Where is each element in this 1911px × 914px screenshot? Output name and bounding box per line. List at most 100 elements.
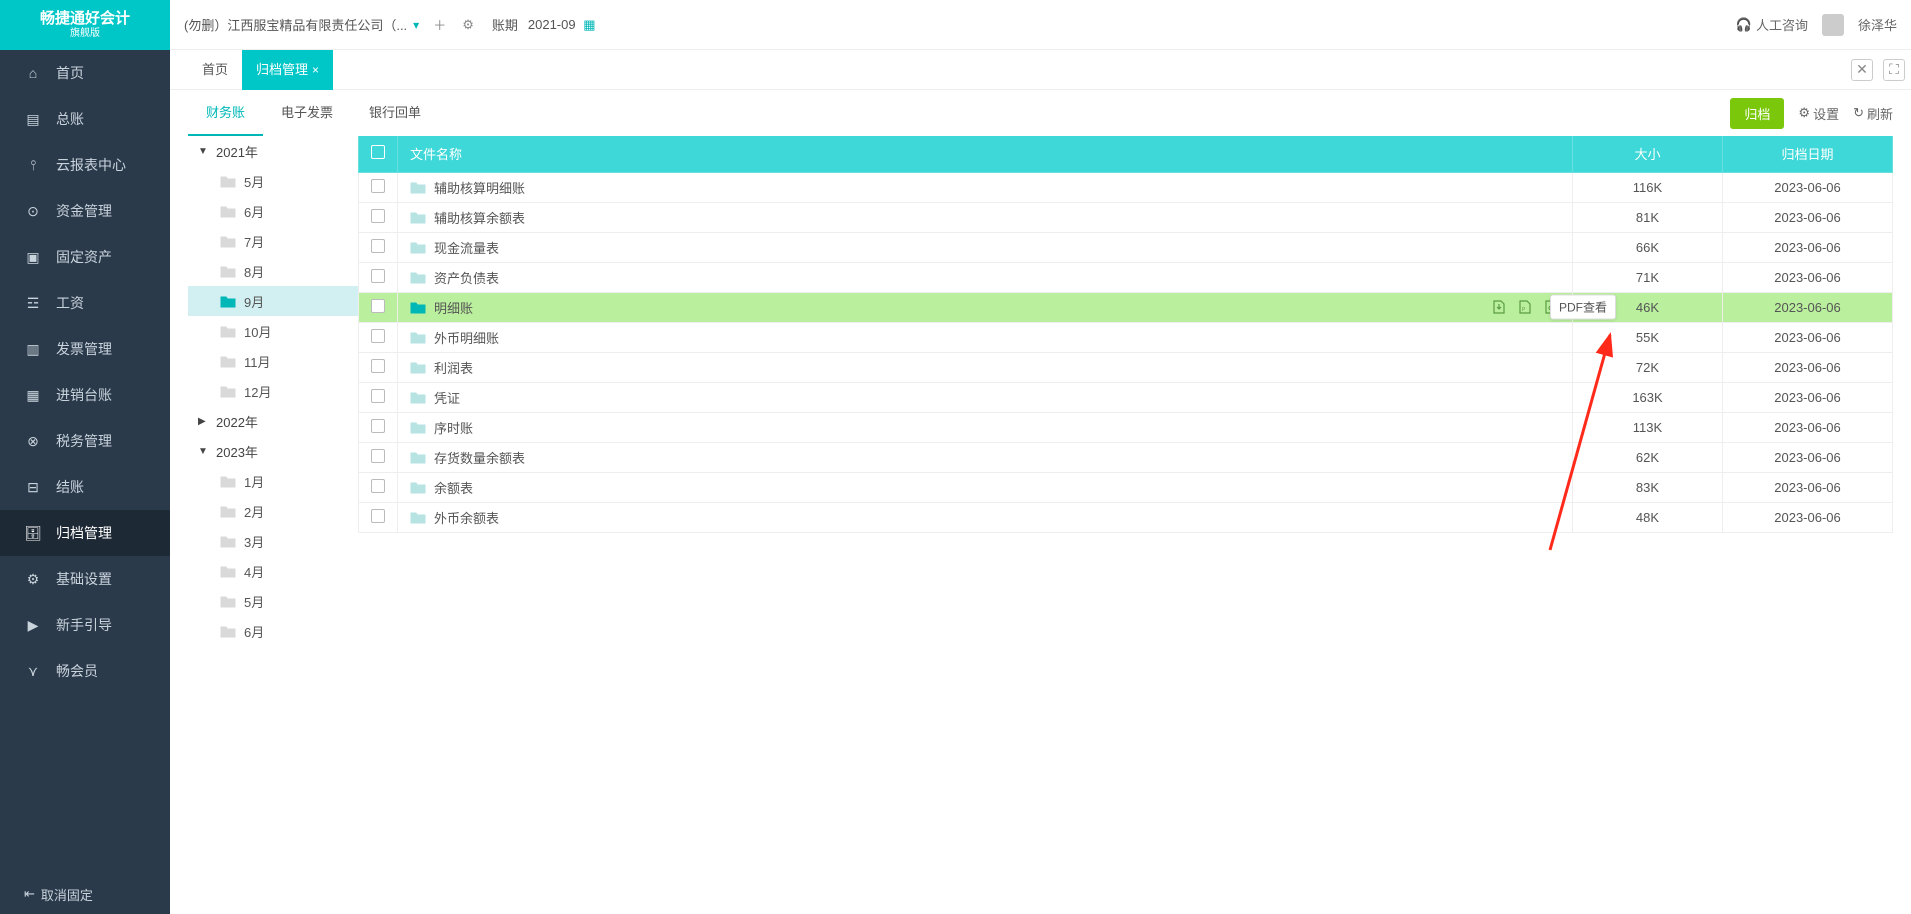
table-row[interactable]: 现金流量表66K2023-06-06: [359, 232, 1893, 262]
plus-icon[interactable]: ＋: [433, 15, 446, 34]
row-checkbox[interactable]: [371, 359, 385, 373]
nav-item-4[interactable]: ▣固定资产: [0, 234, 170, 280]
pin-toggle[interactable]: ⇤ 取消固定: [0, 874, 170, 914]
row-checkbox[interactable]: [371, 419, 385, 433]
period-selector[interactable]: 2021-09 ▦: [528, 17, 596, 33]
file-name-cell: 外币明细账: [410, 328, 1560, 347]
tab-0[interactable]: 首页: [188, 50, 242, 90]
nav-item-3[interactable]: ⊙资金管理: [0, 188, 170, 234]
svg-text:P: P: [1522, 307, 1526, 313]
table-row[interactable]: 外币明细账55K2023-06-06: [359, 322, 1893, 352]
row-checkbox[interactable]: [371, 179, 385, 193]
row-checkbox[interactable]: [371, 479, 385, 493]
tree-month-0-5[interactable]: 10月: [188, 316, 358, 346]
tree-year-1[interactable]: ▶2022年: [188, 406, 358, 436]
pin-label: 取消固定: [41, 885, 93, 904]
nav-icon: ▣: [24, 248, 42, 266]
table-row[interactable]: 序时账113K2023-06-06: [359, 412, 1893, 442]
tree-month-2-0[interactable]: 1月: [188, 466, 358, 496]
table-row[interactable]: 利润表72K2023-06-06: [359, 352, 1893, 382]
tree-month-0-7[interactable]: 12月: [188, 376, 358, 406]
refresh-link[interactable]: ↻ 刷新: [1853, 104, 1893, 123]
nav-label: 归档管理: [56, 523, 112, 543]
tree-month-2-4[interactable]: 5月: [188, 586, 358, 616]
file-name: 明细账: [434, 298, 473, 317]
row-checkbox[interactable]: [371, 299, 385, 313]
row-checkbox[interactable]: [371, 209, 385, 223]
subtab-0[interactable]: 财务账: [188, 90, 263, 136]
row-checkbox[interactable]: [371, 389, 385, 403]
close-icon[interactable]: ✕: [1851, 59, 1873, 81]
tree-month-0-1[interactable]: 6月: [188, 196, 358, 226]
checkbox-all[interactable]: [371, 145, 385, 159]
row-checkbox[interactable]: [371, 509, 385, 523]
nav-icon: ▥: [24, 340, 42, 358]
nav-item-0[interactable]: ⌂首页: [0, 50, 170, 96]
nav-item-2[interactable]: ⫯ 云报表中心: [0, 142, 170, 188]
pdf-icon[interactable]: P: [1516, 298, 1534, 316]
nav-icon: ⫯: [24, 156, 42, 174]
nav: ⌂首页▤总账 ⫯ 云报表中心 ⊙资金管理▣固定资产☲工资▥发票管理▦进销台账⊗税务管理…: [0, 50, 170, 874]
tree-month-0-3[interactable]: 8月: [188, 256, 358, 286]
settings-label: 设置: [1813, 104, 1839, 123]
table-row[interactable]: 辅助核算余额表81K2023-06-06: [359, 202, 1893, 232]
settings-link[interactable]: ⚙ 设置: [1798, 104, 1839, 123]
tree-month-2-2[interactable]: 3月: [188, 526, 358, 556]
table-row[interactable]: 资产负债表71K2023-06-06: [359, 262, 1893, 292]
file-size: 71K: [1573, 262, 1723, 292]
tree-month-0-0[interactable]: 5月: [188, 166, 358, 196]
fullscreen-icon[interactable]: ⛶: [1883, 59, 1905, 81]
consult-link[interactable]: 🎧 人工咨询: [1736, 15, 1808, 34]
close-icon[interactable]: ×: [312, 63, 319, 77]
table-row[interactable]: 余额表83K2023-06-06: [359, 472, 1893, 502]
file-name-cell: 序时账: [410, 418, 1560, 437]
nav-item-10[interactable]: 🗄归档管理: [0, 510, 170, 556]
row-checkbox[interactable]: [371, 269, 385, 283]
consult-label: 人工咨询: [1756, 15, 1808, 34]
col-name: 文件名称: [398, 136, 1573, 172]
month-label: 3月: [244, 532, 264, 551]
folder-icon: [220, 324, 236, 338]
row-checkbox[interactable]: [371, 329, 385, 343]
tree-month-0-4[interactable]: 9月: [188, 286, 358, 316]
table-row[interactable]: 明细账PPDF查看46K2023-06-06: [359, 292, 1893, 322]
download-icon[interactable]: [1490, 298, 1508, 316]
archive-button[interactable]: 归档: [1730, 98, 1784, 129]
table-row[interactable]: 存货数量余额表62K2023-06-06: [359, 442, 1893, 472]
nav-item-8[interactable]: ⊗税务管理: [0, 418, 170, 464]
folder-icon: [220, 204, 236, 218]
tree-month-2-3[interactable]: 4月: [188, 556, 358, 586]
avatar[interactable]: [1822, 14, 1844, 36]
tree-month-0-2[interactable]: 7月: [188, 226, 358, 256]
file-name: 外币余额表: [434, 508, 499, 527]
nav-item-5[interactable]: ☲工资: [0, 280, 170, 326]
file-name: 存货数量余额表: [434, 448, 525, 467]
nav-item-1[interactable]: ▤总账: [0, 96, 170, 142]
row-checkbox[interactable]: [371, 449, 385, 463]
tree-year-0[interactable]: ▼2021年: [188, 136, 358, 166]
tree-month-2-5[interactable]: 6月: [188, 616, 358, 646]
tree-month-0-6[interactable]: 11月: [188, 346, 358, 376]
company-selector[interactable]: (勿删）江西服宝精品有限责任公司（... ▾: [184, 15, 419, 34]
nav-item-9[interactable]: ⊟结账: [0, 464, 170, 510]
triangle-icon: ▼: [198, 146, 210, 157]
nav-item-13[interactable]: ⋎畅会员: [0, 648, 170, 694]
tree-month-2-1[interactable]: 2月: [188, 496, 358, 526]
table-row[interactable]: 外币余额表48K2023-06-06: [359, 502, 1893, 532]
nav-item-6[interactable]: ▥发票管理: [0, 326, 170, 372]
table-row[interactable]: 辅助核算明细账116K2023-06-06: [359, 172, 1893, 202]
logo-title: 畅捷通好会计: [40, 11, 130, 28]
row-checkbox[interactable]: [371, 239, 385, 253]
tab-1[interactable]: 归档管理×: [242, 50, 333, 90]
nav-item-11[interactable]: ⚙基础设置: [0, 556, 170, 602]
file-size: 48K: [1573, 502, 1723, 532]
subtab-1[interactable]: 电子发票: [263, 90, 351, 136]
tree-year-2[interactable]: ▼2023年: [188, 436, 358, 466]
gear-icon[interactable]: ⚙: [462, 17, 474, 33]
nav-item-7[interactable]: ▦进销台账: [0, 372, 170, 418]
nav-label: 云报表中心: [56, 155, 126, 175]
nav-item-12[interactable]: ▶新手引导: [0, 602, 170, 648]
subtab-2[interactable]: 银行回单: [351, 90, 439, 136]
file-name-cell: 资产负债表: [410, 268, 1560, 287]
table-row[interactable]: 凭证163K2023-06-06: [359, 382, 1893, 412]
